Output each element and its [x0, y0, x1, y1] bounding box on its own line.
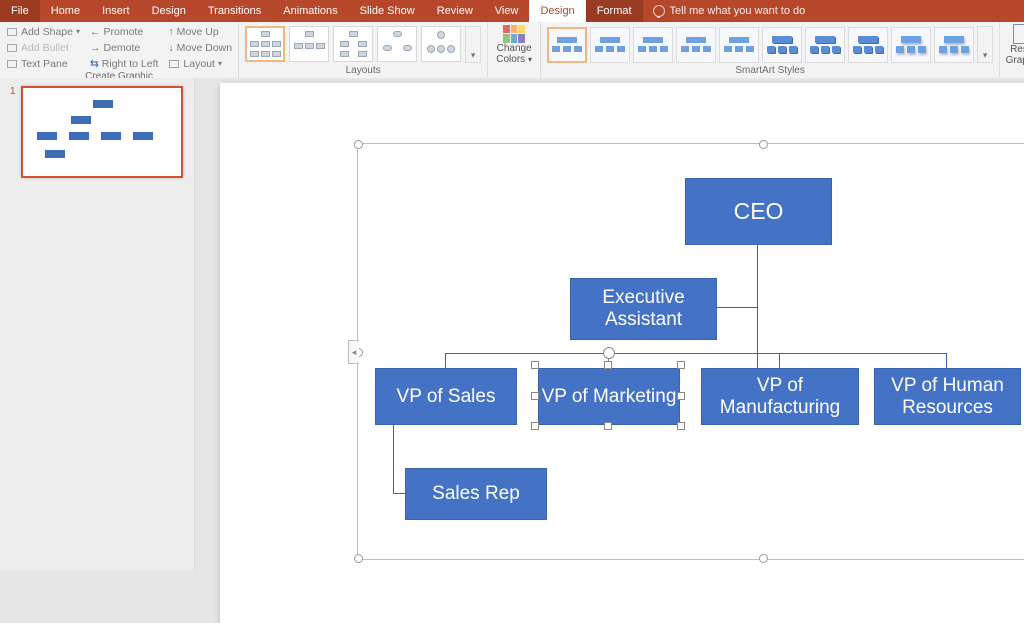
group-reset: ResetGraphic Convert▾ Reset [1000, 22, 1024, 78]
style-thumb-2[interactable] [590, 27, 630, 63]
change-colors-icon [503, 25, 525, 43]
style-thumb-8[interactable] [848, 27, 888, 63]
workspace: 1 ◂ [0, 78, 1024, 570]
add-bullet-icon [6, 43, 18, 53]
style-thumb-6[interactable] [762, 27, 802, 63]
line-rep-v [393, 423, 394, 493]
style-thumb-5[interactable] [719, 27, 759, 63]
node-vp-human-resources[interactable]: VP of Human Resources [874, 368, 1021, 425]
btn-promote[interactable]: ←Promote [90, 24, 158, 39]
style-thumb-4[interactable] [676, 27, 716, 63]
btn-move-down[interactable]: ↓Move Down [168, 40, 232, 55]
layout-thumb-1[interactable] [245, 26, 285, 62]
node-handle-ne[interactable] [677, 361, 685, 369]
btn-text-pane[interactable]: Text Pane [6, 56, 80, 71]
btn-move-up[interactable]: ↑Move Up [168, 24, 232, 39]
btn-layout[interactable]: Layout ▾ [168, 56, 232, 71]
line-vpmf [779, 353, 780, 368]
btn-add-shape[interactable]: Add Shape ▾ [6, 24, 80, 39]
slide-canvas[interactable]: ◂ CEO Executive Assistant VP of Sales VP… [220, 83, 1024, 623]
node-handle-e[interactable] [677, 392, 685, 400]
layout-thumb-5[interactable] [421, 26, 461, 62]
tab-animations[interactable]: Animations [272, 0, 348, 22]
group-title-layouts: Layouts [245, 65, 481, 78]
line-ceo-down [757, 243, 758, 368]
style-thumb-3[interactable] [633, 27, 673, 63]
node-executive-assistant[interactable]: Executive Assistant [570, 278, 717, 340]
btn-change-colors[interactable]: Change Colors ▾ [494, 25, 534, 65]
btn-demote[interactable]: →Demote [90, 40, 158, 55]
node-handle-s[interactable] [604, 422, 612, 430]
slide-thumbnails-panel[interactable]: 1 [0, 78, 195, 570]
node-sales-rep[interactable]: Sales Rep [405, 468, 547, 520]
tab-review[interactable]: Review [426, 0, 484, 22]
ribbon: Add Shape ▾ Add Bullet Text Pane ←Promot… [0, 22, 1024, 79]
slide-number: 1 [10, 86, 16, 97]
btn-reset-graphic[interactable]: ResetGraphic [1006, 24, 1024, 66]
node-handle-se[interactable] [677, 422, 685, 430]
tell-me[interactable]: Tell me what you want to do [643, 0, 816, 22]
layouts-more[interactable]: ▾ [465, 26, 481, 63]
style-thumb-7[interactable] [805, 27, 845, 63]
group-create-graphic: Add Shape ▾ Add Bullet Text Pane ←Promot… [0, 22, 239, 78]
tell-me-label: Tell me what you want to do [670, 5, 806, 17]
line-ea [715, 307, 758, 308]
group-change-colors: Change Colors ▾ [488, 22, 541, 78]
slide-thumbnail-1[interactable] [21, 86, 183, 178]
text-pane-icon [6, 59, 18, 69]
tab-home[interactable]: Home [40, 0, 91, 22]
layout-icon [168, 59, 180, 69]
group-layouts: ▾ Layouts [239, 22, 488, 78]
line-vps [445, 353, 446, 368]
line-horiz [445, 353, 946, 354]
rotate-handle[interactable] [603, 347, 615, 359]
tab-design-main[interactable]: Design [141, 0, 197, 22]
layout-thumb-4[interactable] [377, 26, 417, 62]
tab-insert[interactable]: Insert [91, 0, 141, 22]
layout-thumb-3[interactable] [333, 26, 373, 62]
node-handle-sw[interactable] [531, 422, 539, 430]
slide-editor[interactable]: ◂ CEO Executive Assistant VP of Sales VP… [195, 78, 1024, 570]
tab-transitions[interactable]: Transitions [197, 0, 272, 22]
line-vphr [946, 353, 947, 368]
btn-right-to-left[interactable]: ⇆Right to Left [90, 56, 158, 71]
group-title-styles: SmartArt Styles [547, 65, 993, 78]
node-selection[interactable] [535, 365, 681, 426]
node-vp-manufacturing[interactable]: VP of Manufacturing [701, 368, 859, 425]
group-smartart-styles: ▾ SmartArt Styles [541, 22, 1000, 78]
node-handle-w[interactable] [531, 392, 539, 400]
reset-graphic-icon [1013, 24, 1024, 44]
tab-view[interactable]: View [484, 0, 530, 22]
tab-smartart-design[interactable]: Design [529, 0, 585, 22]
styles-more[interactable]: ▾ [977, 26, 993, 63]
tab-smartart-format[interactable]: Format [586, 0, 643, 22]
btn-add-bullet: Add Bullet [6, 40, 80, 55]
tell-me-bulb-icon [653, 5, 665, 17]
org-chart: CEO Executive Assistant VP of Sales VP o… [220, 83, 1024, 623]
node-vp-sales[interactable]: VP of Sales [375, 368, 517, 425]
node-handle-n[interactable] [604, 361, 612, 369]
node-ceo[interactable]: CEO [685, 178, 832, 245]
tab-slideshow[interactable]: Slide Show [349, 0, 426, 22]
layout-thumb-2[interactable] [289, 26, 329, 62]
tab-file[interactable]: File [0, 0, 40, 22]
style-thumb-10[interactable] [934, 27, 974, 63]
add-shape-icon [6, 27, 18, 37]
ribbon-tabstrip: File Home Insert Design Transitions Anim… [0, 0, 1024, 22]
style-thumb-9[interactable] [891, 27, 931, 63]
node-handle-nw[interactable] [531, 361, 539, 369]
style-thumb-1[interactable] [547, 27, 587, 63]
